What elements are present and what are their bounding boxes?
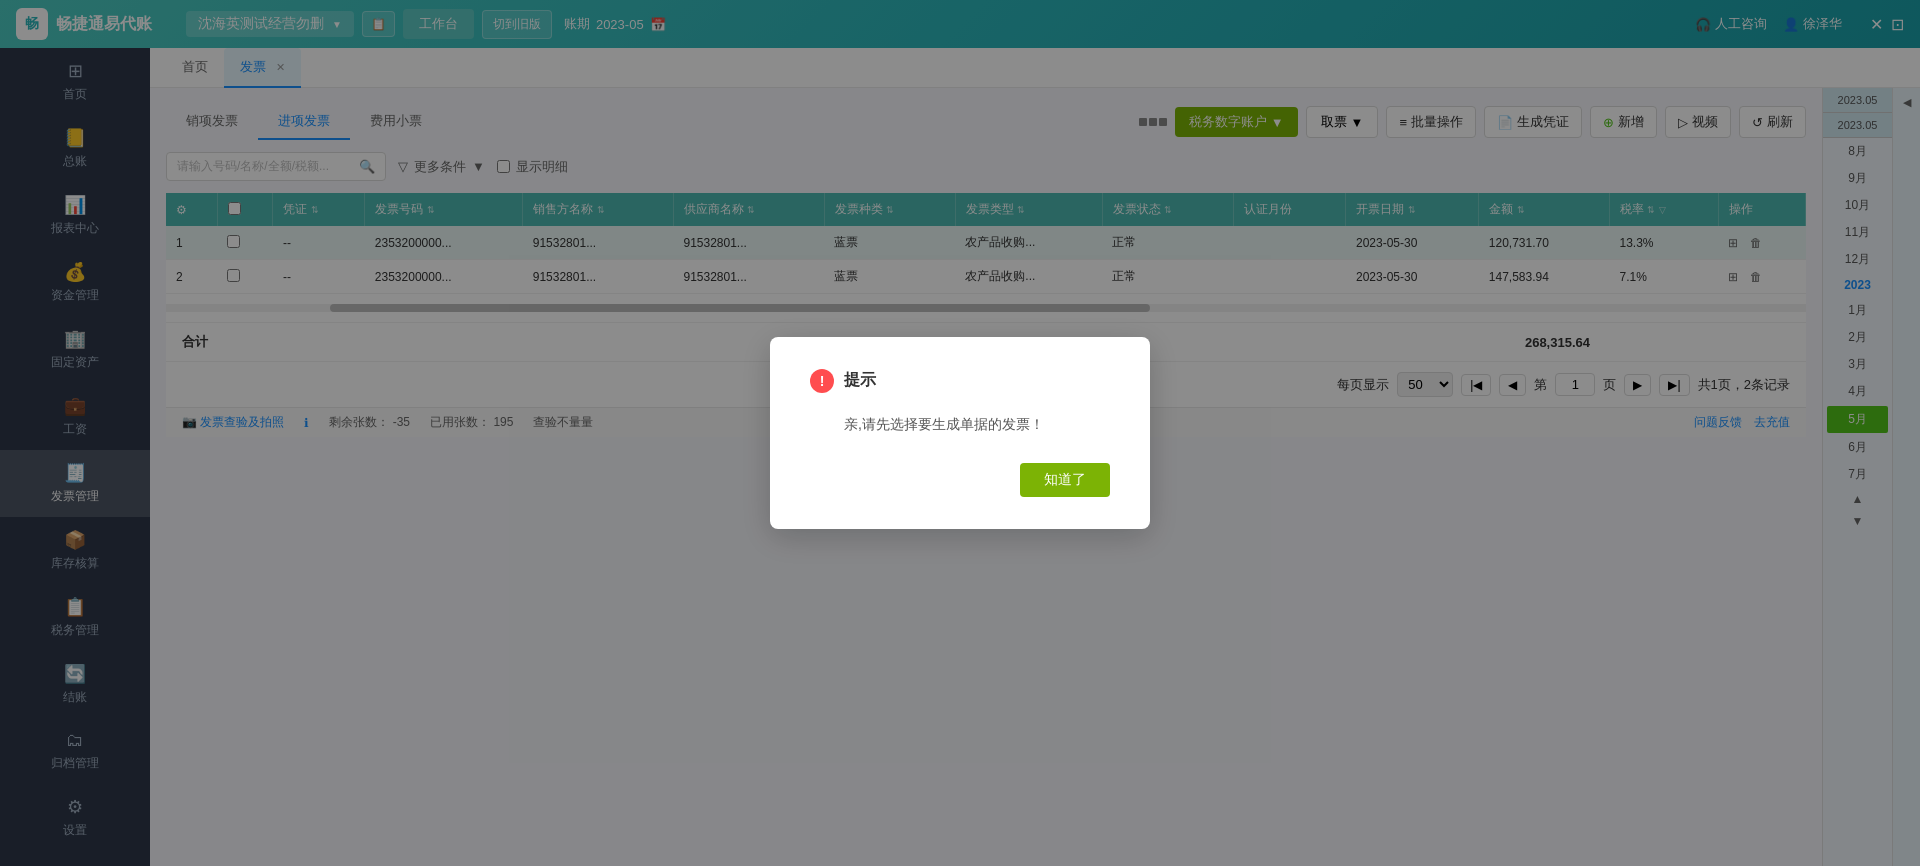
- warning-icon: !: [810, 369, 834, 393]
- modal-box: ! 提示 亲,请先选择要生成单据的发票！ 知道了: [770, 337, 1150, 529]
- modal-overlay: ! 提示 亲,请先选择要生成单据的发票！ 知道了: [0, 0, 1920, 866]
- modal-message: 亲,请先选择要生成单据的发票！: [810, 413, 1110, 435]
- modal-title-row: ! 提示: [810, 369, 1110, 393]
- modal-ok-button[interactable]: 知道了: [1020, 463, 1110, 497]
- modal-footer: 知道了: [810, 463, 1110, 497]
- modal-title: 提示: [844, 370, 876, 391]
